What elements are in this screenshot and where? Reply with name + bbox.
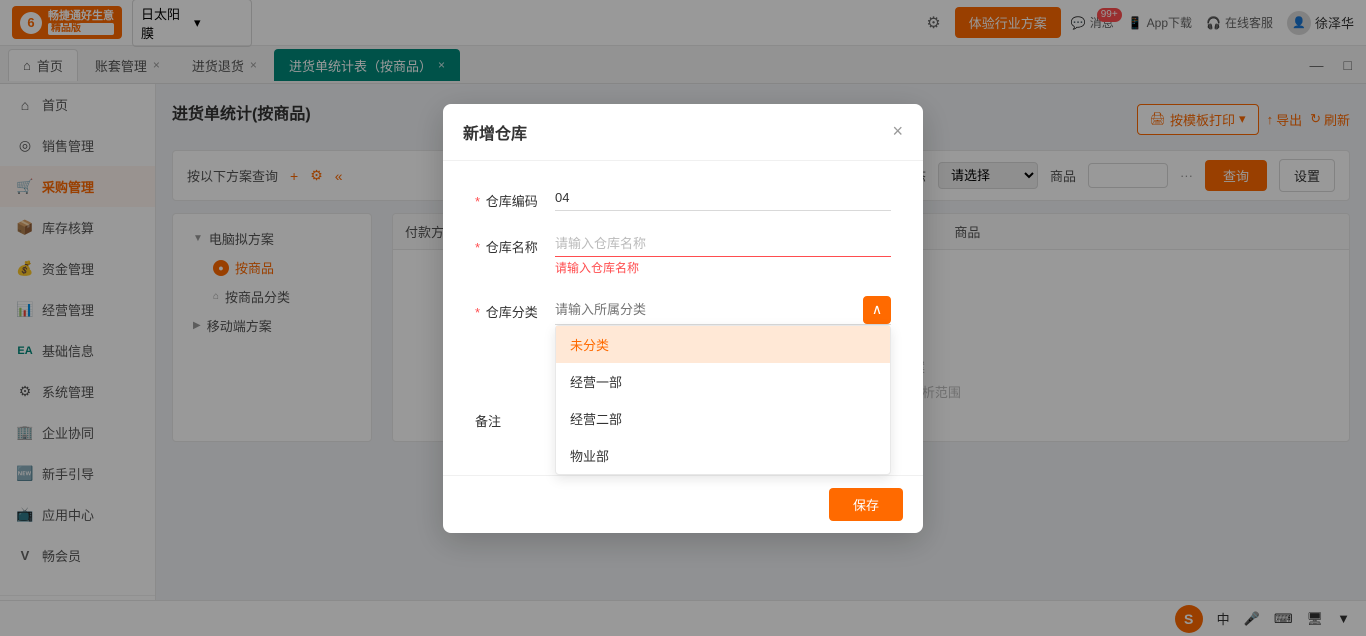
note-label-text: 备注 — [475, 414, 501, 429]
name-label: * 仓库名称 — [475, 231, 555, 256]
code-input[interactable] — [555, 185, 891, 211]
note-label: 备注 — [475, 405, 555, 430]
name-input[interactable] — [555, 231, 891, 257]
code-row: * 仓库编码 — [475, 185, 891, 211]
category-input[interactable] — [555, 297, 863, 322]
category-arrow-button[interactable]: ∧ — [863, 296, 891, 324]
modal-close-button[interactable]: × — [892, 121, 903, 142]
add-warehouse-modal: 新增仓库 × * 仓库编码 * 仓库名称 — [443, 104, 923, 533]
category-dropdown: 未分类 经营一部 经营二部 物业部 — [555, 325, 891, 475]
category-field-wrap: ∧ 未分类 经营一部 经营二部 物业部 — [555, 296, 891, 325]
name-row: * 仓库名称 请输入仓库名称 — [475, 231, 891, 276]
save-button[interactable]: 保存 — [829, 488, 903, 521]
dropdown-item-2[interactable]: 经营二部 — [556, 400, 890, 437]
name-required-star: * — [475, 240, 480, 255]
modal-title: 新增仓库 — [463, 120, 527, 144]
name-label-text: 仓库名称 — [486, 240, 538, 255]
category-label-text: 仓库分类 — [486, 305, 538, 320]
modal-overlay: 新增仓库 × * 仓库编码 * 仓库名称 — [0, 0, 1366, 636]
code-required-star: * — [475, 194, 480, 209]
name-field-wrap — [555, 231, 891, 257]
category-row: * 仓库分类 ∧ 未分类 经营一部 经营二部 物业部 — [475, 296, 891, 325]
category-select-wrap: ∧ — [555, 296, 891, 325]
modal-header: 新增仓库 × — [443, 104, 923, 161]
dropdown-item-3[interactable]: 物业部 — [556, 437, 890, 474]
dropdown-item-0[interactable]: 未分类 — [556, 326, 890, 363]
modal-footer: 保存 — [443, 475, 923, 533]
code-label-text: 仓库编码 — [486, 194, 538, 209]
dropdown-item-1[interactable]: 经营一部 — [556, 363, 890, 400]
modal-body: * 仓库编码 * 仓库名称 请输入仓库名称 — [443, 161, 923, 475]
name-error-hint: 请输入仓库名称 — [555, 261, 639, 275]
code-label: * 仓库编码 — [475, 185, 555, 210]
category-required-star: * — [475, 305, 480, 320]
category-label: * 仓库分类 — [475, 296, 555, 321]
